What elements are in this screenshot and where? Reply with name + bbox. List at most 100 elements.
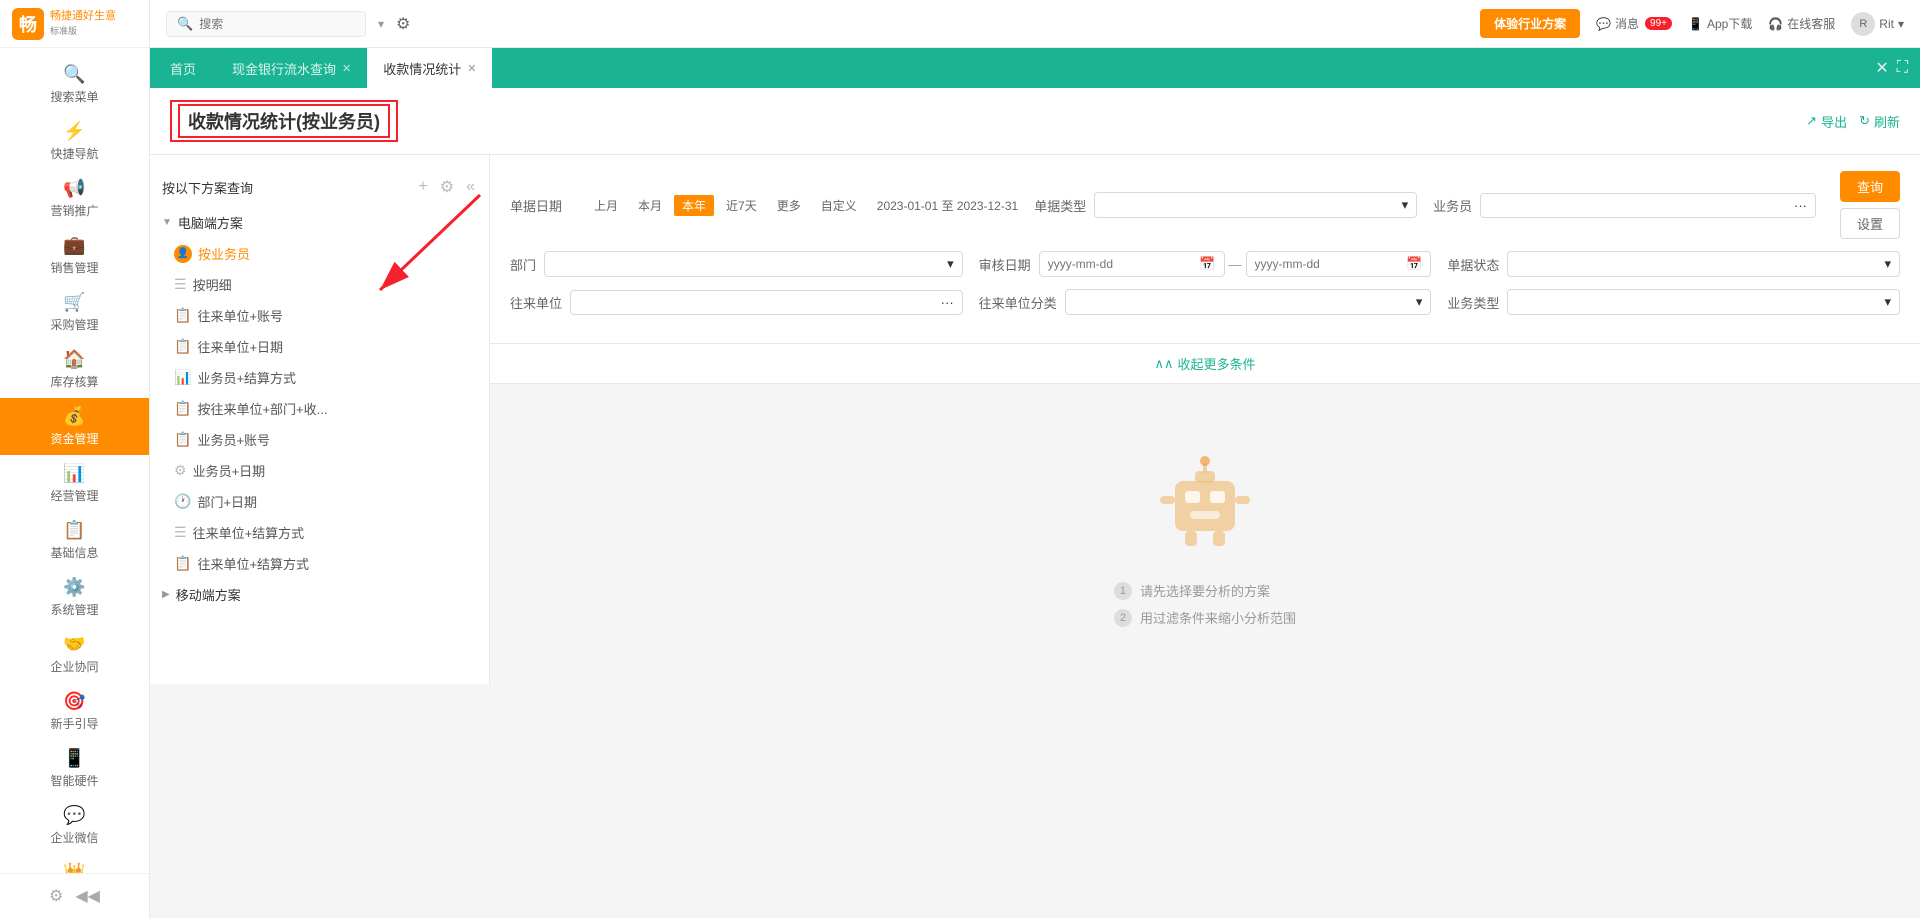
scheme-item-partner-date[interactable]: 📋 往来单位+日期 bbox=[158, 331, 489, 362]
hardware-icon: 📱 bbox=[63, 748, 85, 769]
footer-collapse-icon[interactable]: ◀◀ bbox=[75, 886, 100, 906]
panel-settings-button[interactable]: ⚙ bbox=[438, 175, 456, 199]
export-button[interactable]: ↗ 导出 bbox=[1806, 112, 1847, 131]
doc-type-select[interactable]: ▾ bbox=[1094, 192, 1417, 218]
tab-receipt-close-icon[interactable]: ✕ bbox=[467, 62, 476, 75]
chevron-down-icon: ▾ bbox=[1402, 197, 1409, 213]
tip2-number: 2 bbox=[1114, 609, 1132, 627]
footer-settings-icon[interactable]: ⚙ bbox=[49, 886, 63, 906]
tab-fullscreen-icon[interactable]: ⛶ bbox=[1897, 59, 1908, 77]
date-btn-this-year[interactable]: 本年 bbox=[674, 195, 714, 216]
user-name: Rit bbox=[1879, 17, 1894, 31]
settings-button[interactable]: 设置 bbox=[1840, 208, 1900, 239]
collapse-button[interactable]: ∧∧ 收起更多条件 bbox=[1154, 354, 1255, 373]
scheme-item-by-detail[interactable]: ☰ 按明细 bbox=[158, 269, 489, 300]
online-service-action[interactable]: 🎧 在线客服 bbox=[1768, 15, 1835, 32]
app-download-action[interactable]: 📱 App下载 bbox=[1688, 15, 1752, 32]
sidebar-item-enterprise[interactable]: 🤝 企业协同 bbox=[0, 626, 149, 683]
review-date-end-input[interactable]: 📅 bbox=[1246, 251, 1432, 277]
header-search-box[interactable]: 🔍 bbox=[166, 11, 366, 37]
scheme-item-partner-dept[interactable]: 📋 按往来单位+部门+收... bbox=[158, 393, 489, 424]
partner-select[interactable]: ··· bbox=[570, 290, 963, 315]
refresh-button[interactable]: ↻ 刷新 bbox=[1859, 112, 1900, 131]
page-title-box: 收款情况统计(按业务员) bbox=[170, 100, 398, 142]
panel-actions: + ⚙ « bbox=[416, 175, 477, 199]
query-button[interactable]: 查询 bbox=[1840, 171, 1900, 202]
tab-home-label: 首页 bbox=[170, 59, 196, 78]
sales-icon: 💼 bbox=[63, 235, 85, 256]
salesman-select[interactable]: ··· bbox=[1480, 193, 1816, 218]
tab-bank[interactable]: 现金银行流水查询 ✕ bbox=[216, 48, 367, 88]
logo-badge: 标准版 bbox=[50, 24, 116, 37]
date-btn-this-month[interactable]: 本月 bbox=[630, 195, 670, 216]
biz-type-select[interactable]: ▾ bbox=[1507, 289, 1900, 315]
scheme-item-partner-settle2[interactable]: 📋 往来单位+结算方式 bbox=[158, 548, 489, 579]
sidebar-item-label: 企业微信 bbox=[50, 829, 98, 846]
tab-receipt[interactable]: 收款情况统计 ✕ bbox=[367, 48, 492, 88]
scheme-label: 按明细 bbox=[193, 275, 232, 294]
date-separator: — bbox=[1229, 257, 1242, 272]
sidebar-item-label: 库存核算 bbox=[50, 373, 98, 390]
review-date-range: 📅 — 📅 bbox=[1039, 251, 1432, 277]
calendar-icon[interactable]: 📅 bbox=[1199, 256, 1215, 272]
collapse-bar[interactable]: ∧∧ 收起更多条件 bbox=[490, 344, 1920, 384]
tab-home[interactable]: 首页 bbox=[150, 48, 216, 88]
partner-cat-select[interactable]: ▾ bbox=[1065, 289, 1432, 315]
review-date-start-input[interactable]: 📅 bbox=[1039, 251, 1225, 277]
sidebar-item-inventory[interactable]: 🏠 库存核算 bbox=[0, 341, 149, 398]
scheme-item-salesman-date[interactable]: ⚙ 业务员+日期 bbox=[158, 455, 489, 486]
sidebar-item-finance[interactable]: 💰 资金管理 bbox=[0, 398, 149, 455]
scheme-item-salesman-account[interactable]: 📋 业务员+账号 bbox=[158, 424, 489, 455]
dept-select[interactable]: ▾ bbox=[544, 251, 963, 277]
date-btn-7days[interactable]: 近7天 bbox=[718, 195, 765, 216]
scheme-label: 往来单位+日期 bbox=[197, 337, 283, 356]
tab-close-all-icon[interactable]: ✕ bbox=[1875, 58, 1888, 78]
marketing-icon: 📢 bbox=[63, 178, 85, 199]
panel-collapse-button[interactable]: « bbox=[464, 176, 477, 198]
desktop-scheme-parent[interactable]: ▼ 电脑端方案 bbox=[150, 207, 489, 238]
calendar-icon[interactable]: 📅 bbox=[1406, 256, 1422, 272]
date-btn-last-month[interactable]: 上月 bbox=[586, 195, 626, 216]
scheme-item-partner-account[interactable]: 📋 往来单位+账号 bbox=[158, 300, 489, 331]
doc-status-select[interactable]: ▾ bbox=[1507, 251, 1900, 277]
empty-tips: 1 请先选择要分析的方案 2 用过滤条件来缩小分析范围 bbox=[1114, 581, 1296, 627]
sidebar-item-search[interactable]: 🔍 搜索菜单 bbox=[0, 56, 149, 113]
scheme-item-partner-settle[interactable]: ☰ 往来单位+结算方式 bbox=[158, 517, 489, 548]
sidebar-item-hardware[interactable]: 📱 智能硬件 bbox=[0, 740, 149, 797]
sidebar-item-basic[interactable]: 📋 基础信息 bbox=[0, 512, 149, 569]
tab-bank-close-icon[interactable]: ✕ bbox=[342, 62, 351, 75]
doc-type-label: 单据类型 bbox=[1034, 196, 1086, 215]
sidebar-item-label: 搜索菜单 bbox=[50, 88, 98, 105]
scheme-item-dept-date[interactable]: 🕐 部门+日期 bbox=[158, 486, 489, 517]
user-menu[interactable]: R Rit ▾ bbox=[1851, 12, 1904, 36]
date-btn-more[interactable]: 更多 bbox=[769, 195, 809, 216]
sidebar-item-purchase[interactable]: 🛒 采购管理 bbox=[0, 284, 149, 341]
biz-type-group: 业务类型 ▾ bbox=[1447, 289, 1900, 315]
panel-add-button[interactable]: + bbox=[416, 176, 429, 198]
scheme-item-salesman-settle[interactable]: 📊 业务员+结算方式 bbox=[158, 362, 489, 393]
review-date-start-field[interactable] bbox=[1048, 257, 1196, 271]
item-icon: 📋 bbox=[174, 431, 191, 448]
quicknav-icon: ⚡ bbox=[63, 121, 85, 142]
chevron-down-icon: ▾ bbox=[1884, 256, 1891, 272]
logo-area: 畅 畅捷通好生意 标准版 bbox=[0, 0, 149, 48]
sidebar-item-sales[interactable]: 💼 销售管理 bbox=[0, 227, 149, 284]
scheme-item-by-salesman[interactable]: 👤 按业务员 bbox=[158, 238, 489, 269]
sidebar-item-management[interactable]: 📊 经营管理 bbox=[0, 455, 149, 512]
sidebar-item-quicknav[interactable]: ⚡ 快捷导航 bbox=[0, 113, 149, 170]
main-area: 🔍 ▾ ⚙ 体验行业方案 💬 消息 99+ 📱 App下载 🎧 在线客服 bbox=[150, 0, 1920, 918]
mobile-scheme-parent[interactable]: ▶ 移动端方案 bbox=[150, 579, 489, 610]
trial-button[interactable]: 体验行业方案 bbox=[1480, 9, 1580, 38]
header-settings-icon[interactable]: ⚙ bbox=[396, 14, 410, 34]
sidebar-item-wechat[interactable]: 💬 企业微信 bbox=[0, 797, 149, 854]
sidebar-item-newguide[interactable]: 🎯 新手引导 bbox=[0, 683, 149, 740]
sidebar-item-marketing[interactable]: 📢 营销推广 bbox=[0, 170, 149, 227]
scheme-label: 按业务员 bbox=[198, 244, 250, 263]
date-btn-custom[interactable]: 自定义 bbox=[813, 195, 865, 216]
sidebar-item-system[interactable]: ⚙️ 系统管理 bbox=[0, 569, 149, 626]
search-dropdown-icon[interactable]: ▾ bbox=[378, 17, 384, 31]
review-date-end-field[interactable] bbox=[1255, 257, 1403, 271]
search-input[interactable] bbox=[199, 17, 355, 31]
message-action[interactable]: 💬 消息 99+ bbox=[1596, 15, 1672, 32]
sidebar-item-member[interactable]: 👑 畅会员 bbox=[0, 854, 149, 873]
